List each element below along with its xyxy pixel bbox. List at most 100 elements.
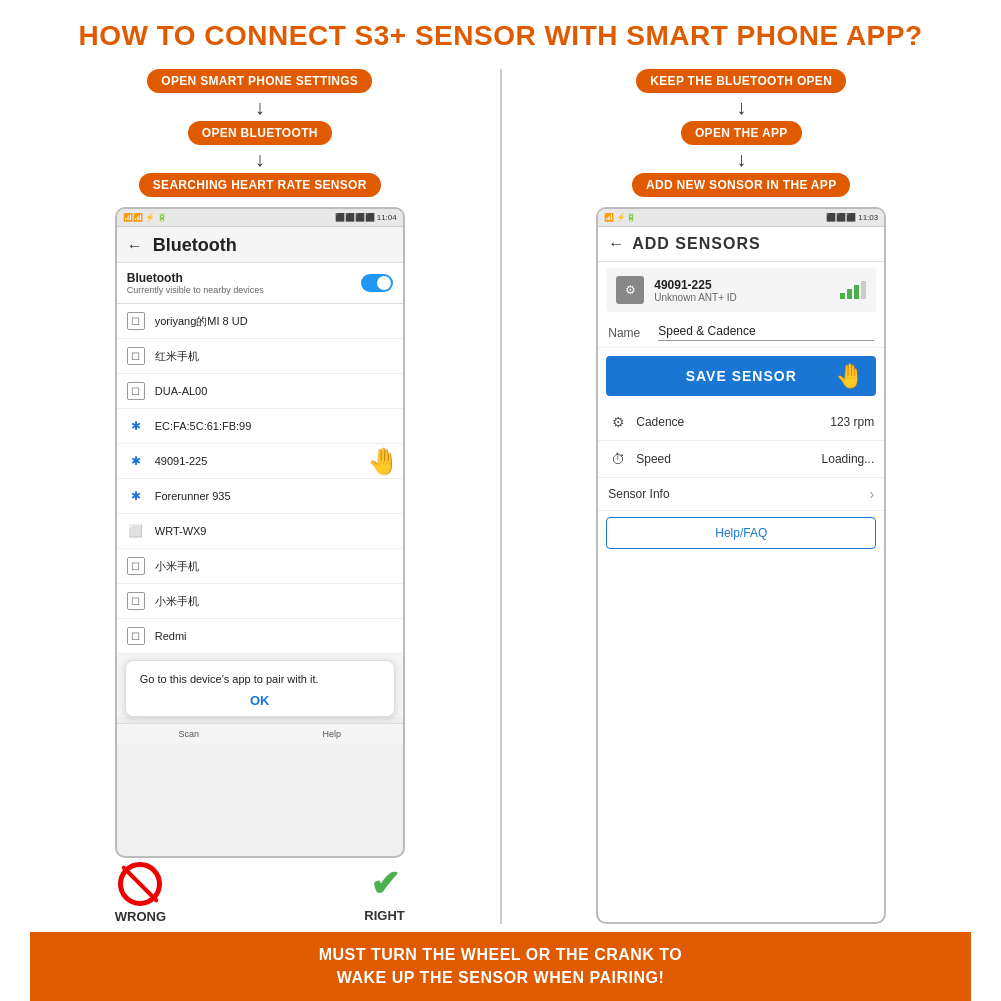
save-sensor-btn[interactable]: SAVE SENSOR 🤚 [606, 356, 876, 396]
arrow3: ↓ [736, 97, 746, 117]
bt-device-list: ☐ yoriyang的MI 8 UD ☐ 红米手机 ☐ DUA-AL00 ✱ [117, 304, 403, 717]
cadence-row: ⚙ Cadence 123 rpm [598, 404, 884, 441]
bt-setting-sub: Currently visible to nearby devices [127, 285, 264, 295]
pair-dialog: Go to this device's app to pair with it.… [125, 660, 395, 717]
device-name-0: yoriyang的MI 8 UD [155, 314, 248, 329]
bt-setting-label: Bluetooth [127, 271, 264, 285]
left-phone-mockup: 📶📶 ⚡ 🔋 ⬛⬛⬛⬛ 11:04 ← Bluetooth Bluetooth [115, 207, 405, 858]
cadence-icon: ⚙ [608, 412, 628, 432]
bottom-help[interactable]: Help [322, 729, 341, 739]
device-name-4: 49091-225 [155, 455, 208, 467]
dialog-text: Go to this device's app to pair with it. [140, 673, 380, 685]
signal-bar-3 [854, 285, 859, 299]
speed-label: Speed [636, 452, 821, 466]
device-name-3: EC:FA:5C:61:FB:99 [155, 420, 252, 432]
right-step1: KEEP THE BLUETOOTH OPEN [636, 69, 846, 93]
right-status-bar: 📶 ⚡🔋 ⬛⬛⬛ 11:03 [598, 209, 884, 227]
signal-bars [840, 281, 866, 299]
main-title: HOW TO CONNECT S3+ SENSOR WITH SMART PHO… [78, 18, 922, 53]
left-status-left: 📶📶 ⚡ 🔋 [123, 213, 167, 222]
right-panel: KEEP THE BLUETOOTH OPEN ↓ OPEN THE APP ↓… [502, 69, 972, 924]
wrong-right-row: WRONG ✔ RIGHT [115, 862, 405, 924]
signal-bar-2 [847, 289, 852, 299]
speed-icon: ⏱ [608, 449, 628, 469]
name-row: Name Speed & Cadence [598, 318, 884, 348]
cadence-label: Cadence [636, 415, 830, 429]
left-step1: OPEN SMART PHONE SETTINGS [147, 69, 372, 93]
sensor-card-id: 49091-225 [654, 278, 840, 292]
sensor-info-label: Sensor Info [608, 487, 669, 501]
save-btn-label: SAVE SENSOR [686, 368, 797, 384]
device-icon-9: ☐ [127, 627, 145, 645]
device-icon-6: ⬜ [127, 522, 145, 540]
right-label: RIGHT [364, 908, 404, 923]
bt-device-item[interactable]: ☐ 小米手机 [117, 584, 403, 619]
app-back-icon[interactable]: ← [608, 235, 624, 253]
bt-device-item-selected[interactable]: ✱ 49091-225 🤚 [117, 444, 403, 479]
bt-device-item[interactable]: ☐ 小米手机 [117, 549, 403, 584]
bt-device-item[interactable]: ✱ EC:FA:5C:61:FB:99 [117, 409, 403, 444]
hand-pointer-left: 🤚 [367, 446, 399, 477]
speed-row: ⏱ Speed Loading... [598, 441, 884, 478]
bt-device-item[interactable]: ☐ 红米手机 [117, 339, 403, 374]
sensor-info-arrow: › [870, 486, 875, 502]
device-name-6: WRT-WX9 [155, 525, 207, 537]
page-container: HOW TO CONNECT S3+ SENSOR WITH SMART PHO… [0, 0, 1001, 1001]
bt-setting-info: Bluetooth Currently visible to nearby de… [127, 271, 264, 295]
arrow4: ↓ [736, 149, 746, 169]
right-phone-mockup: 📶 ⚡🔋 ⬛⬛⬛ 11:03 ← ADD SENSORS ⚙ 49091-225… [596, 207, 886, 924]
bt-device-item[interactable]: ☐ DUA-AL00 [117, 374, 403, 409]
cadence-value: 123 rpm [830, 415, 874, 429]
left-step3: SEARCHING HEART RATE SENSOR [139, 173, 381, 197]
right-badge: ✔ RIGHT [364, 863, 404, 923]
device-name-2: DUA-AL00 [155, 385, 208, 397]
content-row: OPEN SMART PHONE SETTINGS ↓ OPEN BLUETOO… [30, 69, 971, 924]
device-icon-4: ✱ [127, 452, 145, 470]
bt-toggle[interactable] [361, 274, 393, 292]
signal-bar-4 [861, 281, 866, 299]
sensor-card-info: 49091-225 Unknown ANT+ ID [654, 278, 840, 303]
device-name-5: Forerunner 935 [155, 490, 231, 502]
device-icon-7: ☐ [127, 557, 145, 575]
help-faq-btn[interactable]: Help/FAQ [606, 517, 876, 549]
device-name-9: Redmi [155, 630, 187, 642]
device-icon-2: ☐ [127, 382, 145, 400]
signal-bar-1 [840, 293, 845, 299]
right-step3: ADD NEW SONSOR IN THE APP [632, 173, 850, 197]
arrow2: ↓ [255, 149, 265, 169]
left-steps: OPEN SMART PHONE SETTINGS ↓ OPEN BLUETOO… [30, 69, 490, 924]
right-status-left: 📶 ⚡🔋 [604, 213, 636, 222]
speed-value: Loading... [822, 452, 875, 466]
left-status-right: ⬛⬛⬛⬛ 11:04 [335, 213, 397, 222]
device-name-1: 红米手机 [155, 349, 199, 364]
bottom-scan[interactable]: Scan [178, 729, 199, 739]
bt-settings-section: Bluetooth Currently visible to nearby de… [117, 263, 403, 304]
dialog-ok-btn[interactable]: OK [140, 693, 380, 708]
bt-device-item[interactable]: ☐ yoriyang的MI 8 UD [117, 304, 403, 339]
device-icon-0: ☐ [127, 312, 145, 330]
wrong-label: WRONG [115, 909, 166, 924]
sensor-card-sub: Unknown ANT+ ID [654, 292, 840, 303]
left-step2: OPEN BLUETOOTH [188, 121, 332, 145]
wrong-badge: WRONG [115, 862, 166, 924]
no-symbol [118, 862, 162, 906]
bt-device-item[interactable]: ⬜ WRT-WX9 [117, 514, 403, 549]
bt-device-item[interactable]: ☐ Redmi [117, 619, 403, 654]
bt-back-icon[interactable]: ← [127, 237, 143, 255]
left-status-bar: 📶📶 ⚡ 🔋 ⬛⬛⬛⬛ 11:04 [117, 209, 403, 227]
app-header: ← ADD SENSORS [598, 227, 884, 262]
device-icon-5: ✱ [127, 487, 145, 505]
bt-device-item[interactable]: ✱ Forerunner 935 [117, 479, 403, 514]
name-label: Name [608, 326, 658, 340]
device-icon-3: ✱ [127, 417, 145, 435]
right-status-right: ⬛⬛⬛ 11:03 [826, 213, 878, 222]
bt-header: ← Bluetooth [117, 227, 403, 263]
arrow1: ↓ [255, 97, 265, 117]
right-steps: KEEP THE BLUETOOTH OPEN ↓ OPEN THE APP ↓… [512, 69, 972, 924]
sensor-info-row[interactable]: Sensor Info › [598, 478, 884, 511]
sensor-card: ⚙ 49091-225 Unknown ANT+ ID [606, 268, 876, 312]
app-title: ADD SENSORS [632, 235, 760, 253]
footer-banner: MUST TURN THE WHEEL OR THE CRANK TOWAKE … [30, 932, 971, 1001]
name-value: Speed & Cadence [658, 324, 874, 341]
left-panel: OPEN SMART PHONE SETTINGS ↓ OPEN BLUETOO… [30, 69, 502, 924]
